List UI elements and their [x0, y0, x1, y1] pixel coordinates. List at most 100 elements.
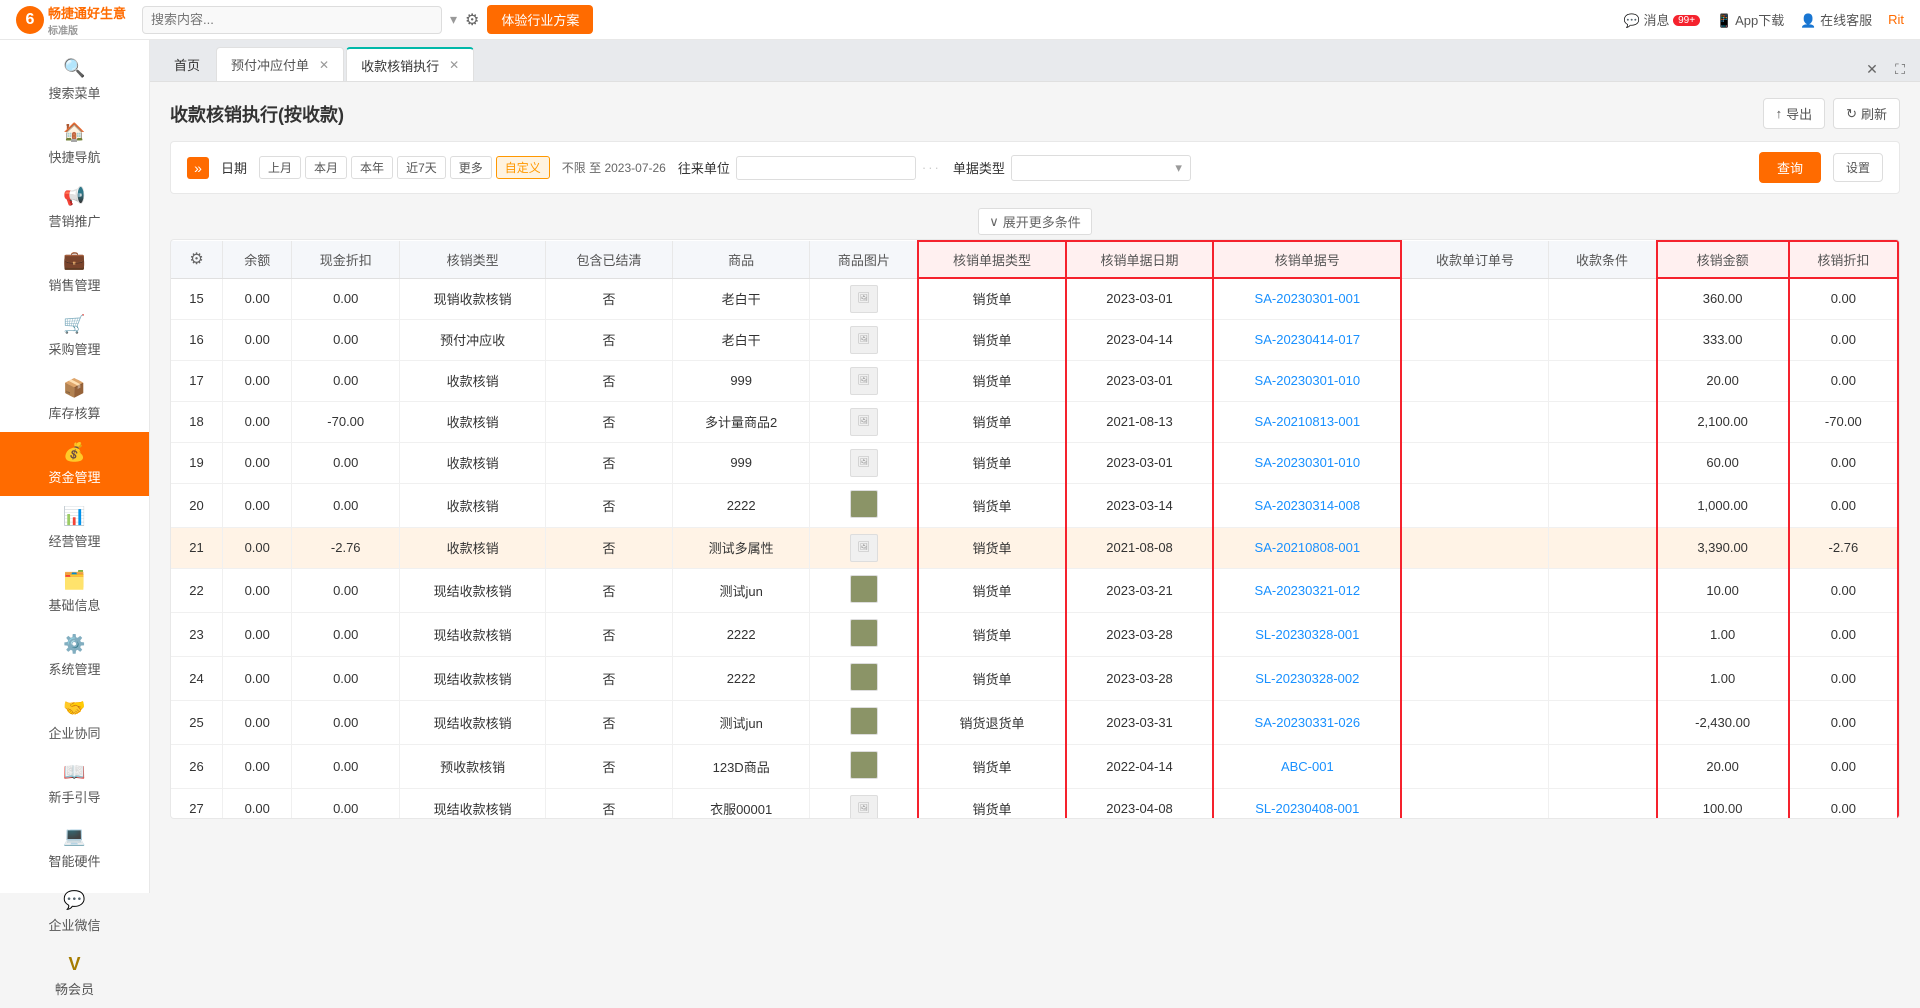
sidebar-item-label: 新手引导 [48, 787, 100, 806]
date-btn-this-month[interactable]: 本月 [305, 156, 347, 179]
sidebar-item-purchase[interactable]: 🛒 采购管理 [0, 304, 149, 368]
top-bar-right: 💬 消息 99+ 📱 App下载 👤 在线客服 Rit [1624, 10, 1904, 29]
cell-verify-bill-no: SA-20210808-001 [1213, 527, 1401, 568]
industry-btn[interactable]: 体验行业方案 [487, 5, 593, 34]
sidebar-item-marketing[interactable]: 📢 营销推广 [0, 176, 149, 240]
query-btn[interactable]: 查询 [1759, 152, 1821, 183]
tab-prepay-close[interactable]: ✕ [319, 58, 329, 72]
message-icon[interactable]: 💬 消息 99+ [1624, 10, 1700, 29]
sidebar-item-label: 基础信息 [48, 595, 100, 614]
bill-no-link[interactable]: SA-20210813-001 [1255, 414, 1361, 429]
sidebar-item-system[interactable]: ⚙️ 系统管理 [0, 624, 149, 688]
cell-verify-bill-no: SA-20230301-010 [1213, 360, 1401, 401]
export-btn[interactable]: ↑ 导出 [1763, 98, 1826, 129]
goods-image: 🖼 [850, 367, 878, 395]
cell-receipt-order-no [1401, 744, 1548, 788]
bill-no-link[interactable]: SA-20230301-001 [1255, 291, 1361, 306]
online-service[interactable]: 👤 在线客服 [1800, 10, 1872, 29]
cell-verify-bill-type: 销货单 [918, 401, 1065, 442]
date-btn-this-year[interactable]: 本年 [351, 156, 393, 179]
close-window-btn[interactable]: ✕ [1860, 57, 1884, 81]
cell-balance: 0.00 [223, 401, 292, 442]
bill-no-link[interactable]: SA-20230301-010 [1255, 373, 1361, 388]
row-num: 25 [171, 700, 223, 744]
cell-receipt-order-no [1401, 656, 1548, 700]
sidebar-item-wechat[interactable]: 💬 企业微信 [0, 880, 149, 944]
date-btn-more[interactable]: 更多 [450, 156, 492, 179]
user-name[interactable]: Rit [1888, 12, 1904, 27]
sidebar-item-label: 采购管理 [48, 339, 100, 358]
cell-verify-bill-no: SA-20230321-012 [1213, 568, 1401, 612]
app-download[interactable]: 📱 App下载 [1716, 10, 1784, 29]
gear-icon[interactable]: ⚙ [465, 10, 479, 30]
window-buttons: ✕ ⛶ [1860, 57, 1920, 81]
col-receipt-order-no: 收款单订单号 [1401, 241, 1548, 278]
cell-receipt-condition [1548, 278, 1656, 319]
col-settings[interactable]: ⚙ [171, 241, 223, 278]
cell-verify-amount: 3,390.00 [1657, 527, 1789, 568]
cell-verify-amount: 333.00 [1657, 319, 1789, 360]
cell-receipt-condition [1548, 700, 1656, 744]
search-input[interactable] [142, 6, 442, 34]
table-row: 21 0.00 -2.76 收款核销 否 测试多属性 🖼 销货单 2021-08… [171, 527, 1898, 568]
sidebar-item-sales[interactable]: 💼 销售管理 [0, 240, 149, 304]
cell-verify-bill-type: 销货单 [918, 656, 1065, 700]
date-btn-7days[interactable]: 近7天 [397, 156, 446, 179]
cell-receipt-order-no [1401, 360, 1548, 401]
cell-goods: 老白干 [672, 278, 809, 319]
sidebar-item-hardware[interactable]: 💻 智能硬件 [0, 816, 149, 880]
bill-no-link[interactable]: SA-20210808-001 [1255, 540, 1361, 555]
bill-no-link[interactable]: SL-20230328-001 [1255, 627, 1359, 642]
sidebar-item-quicknav[interactable]: 🏠 快捷导航 [0, 112, 149, 176]
from-unit-label: 往来单位 [678, 158, 730, 177]
cell-include-settled: 否 [546, 401, 673, 442]
bill-type-select[interactable]: ▾ [1011, 155, 1191, 181]
sidebar-item-collab[interactable]: 🤝 企业协同 [0, 688, 149, 752]
cell-cash-discount: 0.00 [292, 360, 400, 401]
dropdown-icon[interactable]: ▾ [450, 11, 457, 28]
tab-receipt[interactable]: 收款核销执行 ✕ [346, 47, 474, 81]
bill-no-link[interactable]: SA-20230301-010 [1255, 455, 1361, 470]
col-receipt-condition: 收款条件 [1548, 241, 1656, 278]
operation-icon: 📊 [63, 506, 85, 527]
filter-collapse-btn[interactable]: » [187, 157, 209, 179]
cell-verify-amount: 60.00 [1657, 442, 1789, 483]
tab-receipt-close[interactable]: ✕ [449, 58, 459, 72]
cell-verify-bill-type: 销货单 [918, 360, 1065, 401]
date-btn-last-month[interactable]: 上月 [259, 156, 301, 179]
from-unit-input[interactable] [736, 156, 916, 180]
date-btn-custom[interactable]: 自定义 [496, 156, 550, 179]
top-bar: 6 畅捷通好生意 标准版 ▾ ⚙ 体验行业方案 💬 消息 99+ 📱 App下载… [0, 0, 1920, 40]
cell-goods: 测试jun [672, 700, 809, 744]
bill-no-link[interactable]: SL-20230408-001 [1255, 801, 1359, 816]
sidebar-item-basic[interactable]: 🗂️ 基础信息 [0, 560, 149, 624]
refresh-btn[interactable]: ↻ 刷新 [1833, 98, 1900, 129]
sidebar-item-operation[interactable]: 📊 经营管理 [0, 496, 149, 560]
sidebar-item-inventory[interactable]: 📦 库存核算 [0, 368, 149, 432]
cell-goods-image: 🖼 [810, 788, 918, 819]
bill-no-link[interactable]: SA-20230314-008 [1255, 498, 1361, 513]
bill-no-link[interactable]: ABC-001 [1281, 759, 1334, 774]
sidebar-item-guide[interactable]: 📖 新手引导 [0, 752, 149, 816]
cell-goods-image [810, 744, 918, 788]
sidebar-item-finance[interactable]: 💰 资金管理 [0, 432, 149, 496]
date-label: 日期 [221, 158, 247, 177]
bill-no-link[interactable]: SA-20230331-026 [1255, 715, 1361, 730]
setting-btn[interactable]: 设置 [1833, 153, 1883, 182]
search-bar[interactable] [142, 6, 442, 34]
bill-no-link[interactable]: SA-20230321-012 [1255, 583, 1361, 598]
settings-icon[interactable]: ⚙ [189, 251, 203, 268]
cell-cash-discount: 0.00 [292, 612, 400, 656]
cell-verify-bill-date: 2023-03-01 [1066, 442, 1213, 483]
tab-prepay[interactable]: 预付冲应付单 ✕ [216, 47, 344, 81]
goods-image: 🖼 [850, 534, 878, 562]
from-unit-field: 往来单位 ··· [678, 156, 941, 180]
tab-home[interactable]: 首页 [158, 47, 216, 81]
bill-no-link[interactable]: SL-20230328-002 [1255, 671, 1359, 686]
expand-conditions-btn[interactable]: ∨ 展开更多条件 [978, 208, 1092, 235]
bill-no-link[interactable]: SA-20230414-017 [1255, 332, 1361, 347]
sidebar-item-label: 企业微信 [48, 915, 100, 934]
sidebar-item-search[interactable]: 🔍 搜索菜单 [0, 48, 149, 112]
sidebar-item-member[interactable]: V 畅会员 [0, 944, 149, 1008]
maximize-window-btn[interactable]: ⛶ [1888, 57, 1912, 81]
